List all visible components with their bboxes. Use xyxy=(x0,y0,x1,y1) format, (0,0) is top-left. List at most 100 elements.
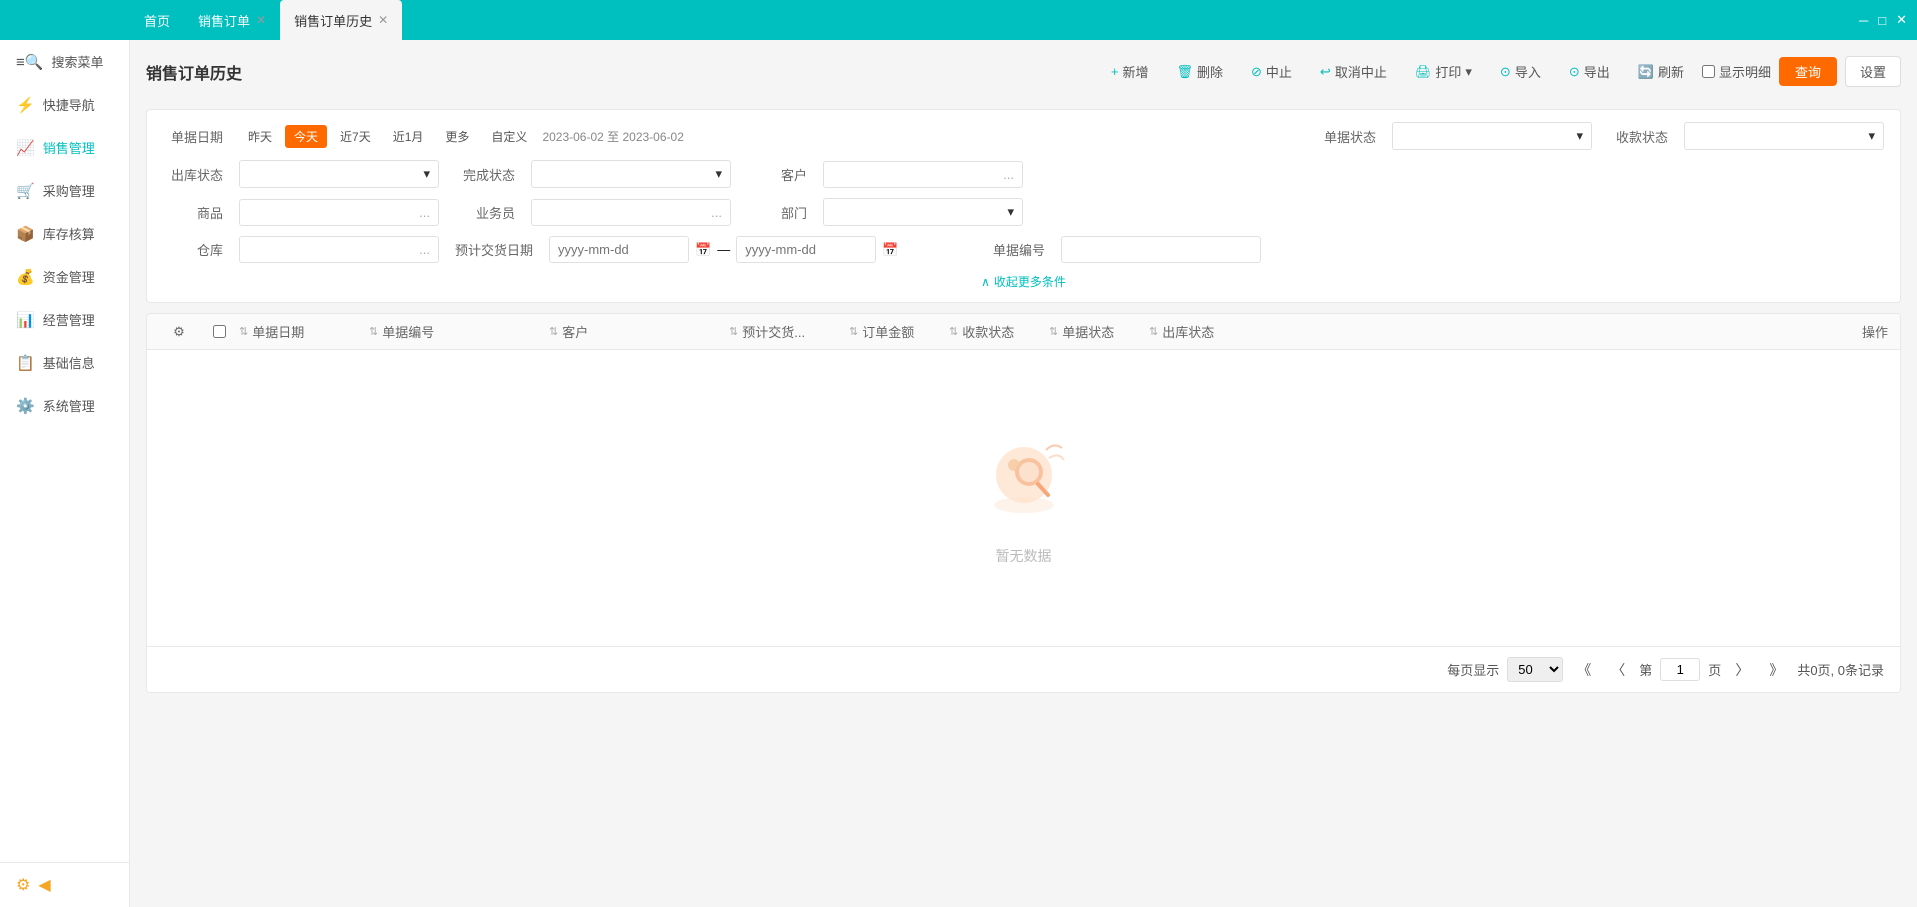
select-all-checkbox[interactable] xyxy=(213,325,226,338)
import-btn[interactable]: ⊙ 导入 xyxy=(1490,57,1551,86)
shortcut-last30[interactable]: 近1月 xyxy=(384,125,433,148)
layout: ≡🔍 搜索菜单 ⚡ 快捷导航 📈 销售管理 🛒 采购管理 📦 库存核算 💰 资金… xyxy=(0,40,1917,907)
col-out-status[interactable]: ⇅ 出库状态 xyxy=(1149,322,1249,341)
maximize-btn[interactable]: □ xyxy=(1878,13,1886,28)
stop-btn[interactable]: ⊘ 中止 xyxy=(1241,57,1302,86)
display-detail-group: 显示明细 xyxy=(1702,62,1771,81)
stop-icon: ⊘ xyxy=(1251,64,1262,80)
col-order-status[interactable]: ⇅ 单据状态 xyxy=(1049,322,1149,341)
sidebar-item-inventory-check[interactable]: 📦 库存核算 xyxy=(0,212,129,255)
search-menu-icon: ≡🔍 xyxy=(16,53,43,71)
query-btn[interactable]: 查询 xyxy=(1779,57,1837,86)
shortcut-today[interactable]: 今天 xyxy=(285,125,327,148)
last-page-btn[interactable]: 》 xyxy=(1763,658,1789,682)
customer-dots[interactable]: ... xyxy=(1003,167,1014,182)
customer-input[interactable]: ... xyxy=(823,161,1023,188)
next-page-btn[interactable]: 〉 xyxy=(1729,658,1755,682)
new-btn[interactable]: + 新增 xyxy=(1101,57,1159,86)
calendar-icon-end: 📅 xyxy=(882,242,898,258)
sidebar-item-search-menu[interactable]: ≡🔍 搜索菜单 xyxy=(0,40,129,83)
department-select[interactable]: ▾ xyxy=(823,198,1023,226)
shortcut-more[interactable]: 更多 xyxy=(436,125,478,148)
filter-row-goods: 商品 ... 业务员 ... 部门 ▾ xyxy=(163,198,1884,226)
basic-info-icon: 📋 xyxy=(16,354,35,372)
empty-illustration xyxy=(974,430,1074,530)
page-suffix: 页 xyxy=(1708,660,1721,679)
date-separator: — xyxy=(717,242,730,257)
tab-sales-order[interactable]: 销售订单 ✕ xyxy=(184,0,280,40)
display-detail-checkbox[interactable] xyxy=(1702,65,1715,78)
prev-page-btn[interactable]: 〈 xyxy=(1605,658,1631,682)
window-controls: ─ □ ✕ xyxy=(1859,12,1907,28)
sidebar-item-system-mgmt[interactable]: ⚙️ 系统管理 xyxy=(0,384,129,427)
out-status-chevron: ▾ xyxy=(423,166,430,182)
warehouse-dots[interactable]: ... xyxy=(419,242,430,257)
shortcut-custom[interactable]: 自定义 xyxy=(482,125,536,148)
warehouse-input[interactable]: ... xyxy=(239,236,439,263)
export-icon: ⊙ xyxy=(1569,64,1580,80)
sidebar-item-basic-info[interactable]: 📋 基础信息 xyxy=(0,341,129,384)
export-btn[interactable]: ⊙ 导出 xyxy=(1559,57,1620,86)
col-settings[interactable]: ⚙ xyxy=(159,324,199,340)
goods-dots[interactable]: ... xyxy=(419,205,430,220)
sort-customer-icon: ⇅ xyxy=(549,325,558,338)
settings-icon[interactable]: ⚙ xyxy=(173,324,185,340)
shortcut-last7[interactable]: 近7天 xyxy=(331,125,380,148)
col-check[interactable] xyxy=(199,325,239,338)
refresh-btn[interactable]: 🔄 刷新 xyxy=(1628,57,1694,86)
order-status-select[interactable]: ▾ xyxy=(1392,122,1592,150)
tab-home[interactable]: 首页 xyxy=(130,0,184,40)
new-icon: + xyxy=(1111,64,1119,79)
shortcut-yesterday[interactable]: 昨天 xyxy=(239,125,281,148)
sidebar-settings-btn[interactable]: ⚙ xyxy=(16,875,30,895)
out-status-select[interactable]: ▾ xyxy=(239,160,439,188)
complete-status-chevron: ▾ xyxy=(715,166,722,182)
first-page-btn[interactable]: 《 xyxy=(1571,658,1597,682)
page-label: 第 xyxy=(1639,660,1652,679)
col-num[interactable]: ⇅ 单据编号 xyxy=(369,322,549,341)
col-customer[interactable]: ⇅ 客户 xyxy=(549,322,729,341)
page-size-select[interactable]: 50 10 20 100 xyxy=(1507,657,1563,682)
minimize-btn[interactable]: ─ xyxy=(1859,13,1868,28)
collapse-text: 收起更多条件 xyxy=(994,273,1066,290)
sidebar-item-fund-mgmt[interactable]: 💰 资金管理 xyxy=(0,255,129,298)
sidebar-item-purchase-mgmt[interactable]: 🛒 采购管理 xyxy=(0,169,129,212)
department-label: 部门 xyxy=(747,203,807,222)
sidebar-item-operation-mgmt[interactable]: 📊 经营管理 xyxy=(0,298,129,341)
filter-row-date: 单据日期 昨天 今天 近7天 近1月 更多 自定义 2023-06-02 至 2… xyxy=(163,122,1884,150)
complete-status-select[interactable]: ▾ xyxy=(531,160,731,188)
sidebar-item-sales-mgmt[interactable]: 📈 销售管理 xyxy=(0,126,129,169)
expected-date-end[interactable] xyxy=(736,236,876,263)
col-delivery[interactable]: ⇅ 预计交货... xyxy=(729,322,849,341)
sales-mgmt-icon: 📈 xyxy=(16,139,35,157)
sort-date-icon: ⇅ xyxy=(239,325,248,338)
order-num-input[interactable] xyxy=(1061,236,1261,263)
salesperson-dots[interactable]: ... xyxy=(711,205,722,220)
payment-status-select[interactable]: ▾ xyxy=(1684,122,1884,150)
sidebar-collapse-btn[interactable]: ◀ xyxy=(38,875,50,895)
settings-btn[interactable]: 设置 xyxy=(1845,56,1901,87)
goods-input[interactable]: ... xyxy=(239,199,439,226)
total-text: 共0页, 0条记录 xyxy=(1797,660,1884,679)
collapse-icon: ∧ xyxy=(981,275,990,289)
col-date[interactable]: ⇅ 单据日期 xyxy=(239,322,369,341)
col-pay-status[interactable]: ⇅ 收款状态 xyxy=(949,322,1049,341)
window-close-btn[interactable]: ✕ xyxy=(1896,12,1907,28)
main-content: 销售订单历史 + 新增 🗑 删除 ⊘ 中止 ↩ 取消中止 xyxy=(130,40,1917,907)
salesperson-input[interactable]: ... xyxy=(531,199,731,226)
delete-btn[interactable]: 🗑 删除 xyxy=(1166,57,1233,86)
tab-sales-order-history[interactable]: 销售订单历史 ✕ xyxy=(280,0,402,40)
page-size-label: 每页显示 xyxy=(1447,660,1499,679)
refresh-icon: 🔄 xyxy=(1638,64,1654,80)
col-amount[interactable]: ⇅ 订单金额 xyxy=(849,322,949,341)
page-number-input[interactable] xyxy=(1660,658,1700,681)
cancel-stop-btn[interactable]: ↩ 取消中止 xyxy=(1310,57,1397,86)
sidebar-item-quick-nav[interactable]: ⚡ 快捷导航 xyxy=(0,83,129,126)
collapse-row[interactable]: ∧ 收起更多条件 xyxy=(163,273,1884,290)
close-tab-sales-order[interactable]: ✕ xyxy=(256,13,266,27)
expected-date-start[interactable] xyxy=(549,236,689,263)
order-status-label: 单据状态 xyxy=(1316,127,1376,146)
print-btn[interactable]: 🖨 打印 ▾ xyxy=(1405,57,1482,86)
close-tab-sales-order-history[interactable]: ✕ xyxy=(378,13,388,27)
operation-mgmt-icon: 📊 xyxy=(16,311,35,329)
